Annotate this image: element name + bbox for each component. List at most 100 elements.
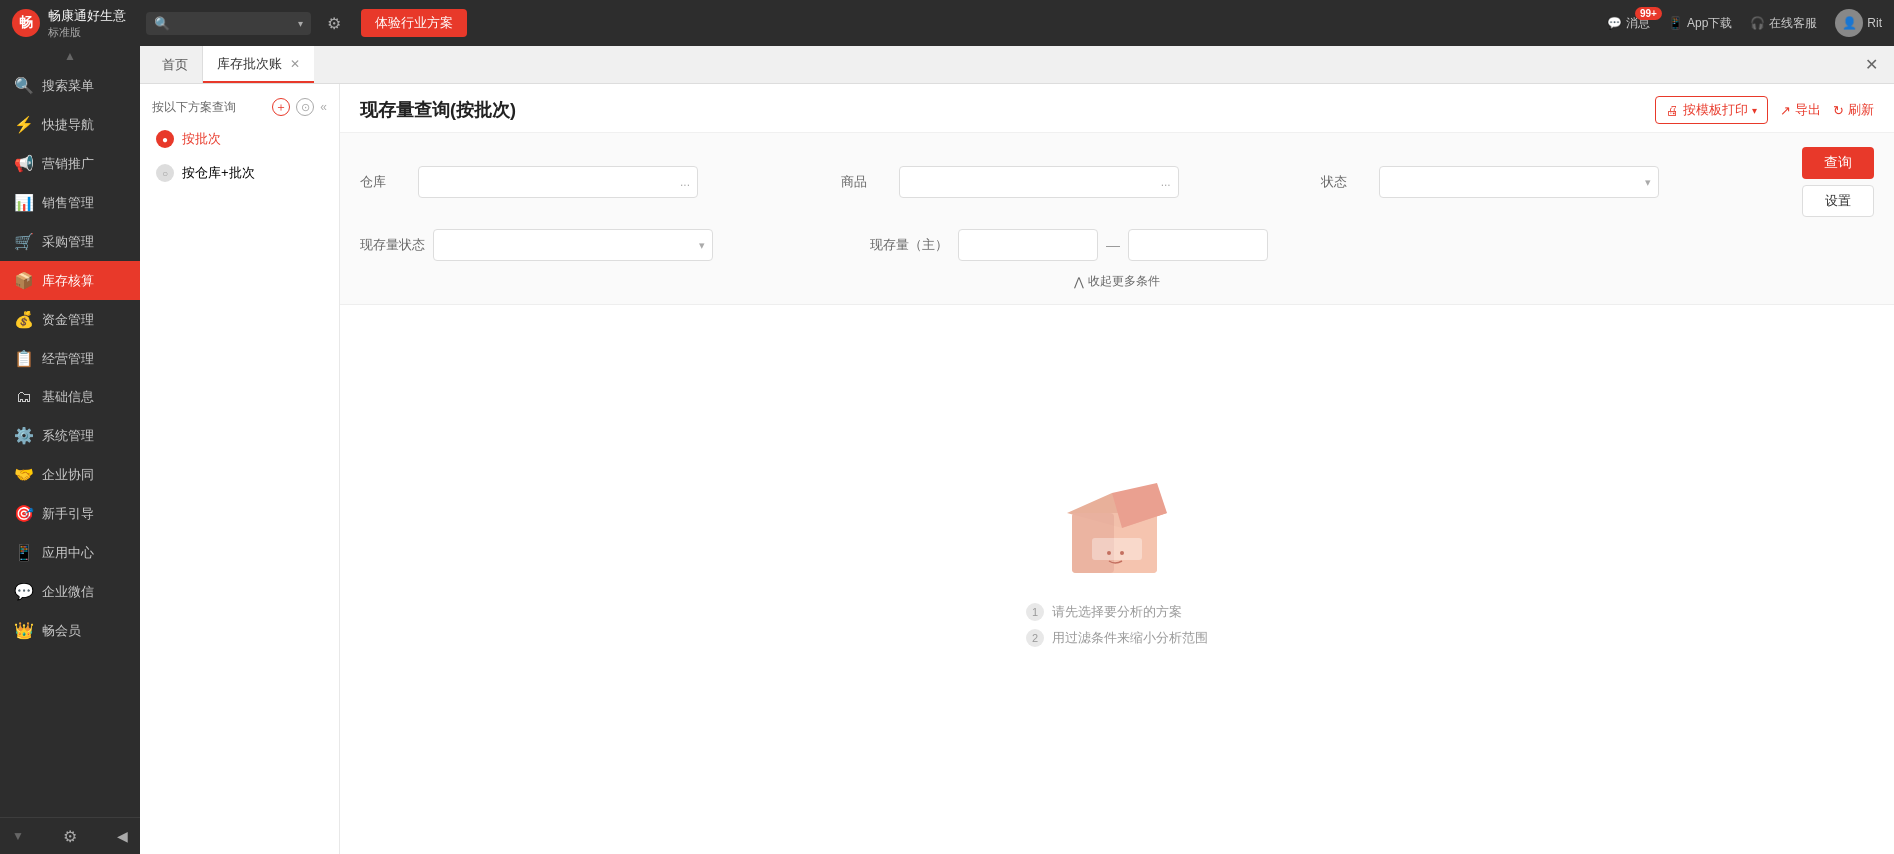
online-service-action[interactable]: 🎧 在线客服 bbox=[1750, 15, 1817, 32]
sidebar-toggle-icon[interactable]: ◀ bbox=[117, 828, 128, 844]
status-select-wrap: 全部 ▾ bbox=[1379, 166, 1659, 198]
user-profile[interactable]: 👤 Rit bbox=[1835, 9, 1882, 37]
sidebar-item-quick-nav[interactable]: ⚡ 快捷导航 bbox=[0, 105, 140, 144]
filter-row-1: 仓库 ... 商品 ... bbox=[360, 147, 1874, 217]
header-gear-icon[interactable]: ⚙ bbox=[327, 14, 341, 33]
header-right: 💬 消息 99+ 📱 App下载 🎧 在线客服 👤 Rit bbox=[1607, 9, 1882, 37]
hint-item: 2 用过滤条件来缩小分析范围 bbox=[1026, 629, 1208, 647]
add-plan-btn[interactable]: ＋ bbox=[272, 98, 290, 116]
stock-status-filter: 现存量状态 全部 ▾ bbox=[360, 229, 854, 261]
header-left: 畅 畅康通好生意 标准版 🔍 ▾ ⚙ 体验行业方案 bbox=[12, 7, 1607, 40]
sidebar-item-marketing[interactable]: 📢 营销推广 bbox=[0, 144, 140, 183]
user-avatar: 👤 bbox=[1835, 9, 1863, 37]
product-input[interactable] bbox=[899, 166, 1179, 198]
panel-close-icon[interactable]: ✕ bbox=[1857, 55, 1886, 74]
sidebar-settings-icon[interactable]: ⚙ bbox=[63, 827, 77, 846]
sidebar-item-system[interactable]: ⚙️ 系统管理 bbox=[0, 416, 140, 455]
sidebar-label-marketing: 营销推广 bbox=[42, 155, 94, 173]
stock-qty-end-input[interactable] bbox=[1128, 229, 1268, 261]
refresh-icon: ↻ bbox=[1833, 103, 1844, 118]
phone-icon: 📱 bbox=[1668, 16, 1683, 30]
query-settings-btns: 查询 设置 bbox=[1802, 147, 1874, 217]
main-table-area: 1 请先选择要分析的方案 2 用过滤条件来缩小分析范围 bbox=[340, 305, 1894, 854]
sidebar-item-member[interactable]: 👑 畅会员 bbox=[0, 611, 140, 650]
sidebar-icon-inventory: 📦 bbox=[14, 271, 34, 290]
product-label: 商品 bbox=[841, 173, 891, 191]
sidebar-item-finance[interactable]: 💰 资金管理 bbox=[0, 300, 140, 339]
empty-hints: 1 请先选择要分析的方案 2 用过滤条件来缩小分析范围 bbox=[1026, 603, 1208, 647]
sidebar-item-wechat[interactable]: 💬 企业微信 bbox=[0, 572, 140, 611]
page-title: 现存量查询(按批次) bbox=[360, 98, 516, 122]
collapse-label: 收起更多条件 bbox=[1088, 273, 1160, 290]
sidebar-item-newbie[interactable]: 🎯 新手引导 bbox=[0, 494, 140, 533]
sidebar-item-enterprise[interactable]: 🤝 企业协同 bbox=[0, 455, 140, 494]
collapse-up-icon: ⋀ bbox=[1074, 275, 1084, 289]
search-input[interactable] bbox=[174, 16, 294, 30]
sidebar-item-app-center[interactable]: 📱 应用中心 bbox=[0, 533, 140, 572]
sidebar-item-search[interactable]: 🔍 搜索菜单 bbox=[0, 66, 140, 105]
headset-icon: 🎧 bbox=[1750, 16, 1765, 30]
sidebar-item-operation[interactable]: 📋 经营管理 bbox=[0, 339, 140, 378]
experience-btn[interactable]: 体验行业方案 bbox=[361, 9, 467, 37]
export-btn[interactable]: ↗ 导出 bbox=[1780, 101, 1821, 119]
search-dropdown-arrow[interactable]: ▾ bbox=[298, 18, 303, 29]
left-panel-collapse-icon[interactable]: « bbox=[320, 100, 327, 114]
stock-status-select[interactable]: 全部 bbox=[433, 229, 713, 261]
status-select[interactable]: 全部 bbox=[1379, 166, 1659, 198]
refresh-btn[interactable]: ↻ 刷新 bbox=[1833, 101, 1874, 119]
sidebar-scroll-up[interactable]: ▲ bbox=[0, 46, 140, 66]
sidebar-scroll-down[interactable]: ▼ bbox=[12, 826, 24, 846]
sidebar-item-inventory[interactable]: 📦 库存核算 bbox=[0, 261, 140, 300]
settings-btn[interactable]: 设置 bbox=[1802, 185, 1874, 217]
warehouse-input[interactable] bbox=[418, 166, 698, 198]
warehouse-filter: 仓库 ... bbox=[360, 166, 825, 198]
sidebar-label-finance: 资金管理 bbox=[42, 311, 94, 329]
hint-text: 请先选择要分析的方案 bbox=[1052, 603, 1182, 621]
sidebar-item-purchase[interactable]: 🛒 采购管理 bbox=[0, 222, 140, 261]
stock-qty-start-input[interactable] bbox=[958, 229, 1098, 261]
print-dropdown-arrow[interactable]: ▾ bbox=[1752, 105, 1757, 116]
sidebar-icon-purchase: 🛒 bbox=[14, 232, 34, 251]
product-filter: 商品 ... bbox=[841, 166, 1306, 198]
tab-label-home: 首页 bbox=[162, 56, 188, 74]
app-download-action[interactable]: 📱 App下载 bbox=[1668, 15, 1732, 32]
query-btn[interactable]: 查询 bbox=[1802, 147, 1874, 179]
sidebar-item-basic[interactable]: 🗂 基础信息 bbox=[0, 378, 140, 416]
app-version: 标准版 bbox=[48, 25, 126, 40]
product-dots-icon[interactable]: ... bbox=[1161, 175, 1171, 189]
app-name: 畅康通好生意 bbox=[48, 7, 126, 25]
sidebar-label-purchase: 采购管理 bbox=[42, 233, 94, 251]
filter-area: 仓库 ... 商品 ... bbox=[340, 133, 1894, 305]
warehouse-dots-icon[interactable]: ... bbox=[680, 175, 690, 189]
sidebar-label-member: 畅会员 bbox=[42, 622, 81, 640]
app-logo: 畅 bbox=[12, 9, 40, 37]
print-btn[interactable]: 🖨 按模板打印 ▾ bbox=[1655, 96, 1768, 124]
message-action[interactable]: 💬 消息 99+ bbox=[1607, 15, 1650, 32]
stock-qty-label: 现存量（主） bbox=[870, 236, 950, 254]
search-bar[interactable]: 🔍 ▾ bbox=[146, 12, 311, 35]
stock-status-label: 现存量状态 bbox=[360, 236, 425, 254]
hint-number: 1 bbox=[1026, 603, 1044, 621]
plan-settings-btn[interactable]: ⊙ bbox=[296, 98, 314, 116]
user-icon: 👤 bbox=[1842, 16, 1857, 30]
page-actions: 🖨 按模板打印 ▾ ↗ 导出 ↻ 刷新 bbox=[1655, 96, 1874, 124]
sidebar-label-system: 系统管理 bbox=[42, 427, 94, 445]
empty-illustration bbox=[1057, 473, 1177, 583]
tab-close-inventory-batch[interactable]: ✕ bbox=[290, 57, 300, 71]
tab-home[interactable]: 首页 bbox=[148, 46, 203, 83]
sidebar-item-sales[interactable]: 📊 销售管理 bbox=[0, 183, 140, 222]
sidebar-label-operation: 经营管理 bbox=[42, 350, 94, 368]
plan-item-warehouse-batch[interactable]: ○ 按仓库+批次 bbox=[140, 156, 339, 190]
sidebar: ▲ 🔍 搜索菜单 ⚡ 快捷导航 📢 营销推广 📊 销售管理 🛒 采购管理 📦 库… bbox=[0, 46, 140, 854]
empty-state: 1 请先选择要分析的方案 2 用过滤条件来缩小分析范围 bbox=[1026, 473, 1208, 647]
tab-inventory-batch[interactable]: 库存批次账✕ bbox=[203, 46, 314, 83]
page-content: 按以下方案查询 ＋ ⊙ « ● 按批次 ○ 按仓库+批次 现存量查询(按批次) bbox=[140, 84, 1894, 854]
plan-item-batch[interactable]: ● 按批次 bbox=[140, 122, 339, 156]
collapse-conditions-btn[interactable]: ⋀ 收起更多条件 bbox=[360, 273, 1874, 290]
svg-point-5 bbox=[1107, 551, 1111, 555]
sidebar-icon-quick-nav: ⚡ bbox=[14, 115, 34, 134]
main-layout: ▲ 🔍 搜索菜单 ⚡ 快捷导航 📢 营销推广 📊 销售管理 🛒 采购管理 📦 库… bbox=[0, 46, 1894, 854]
tab-bar-right: ✕ bbox=[1857, 55, 1886, 74]
message-icon: 💬 bbox=[1607, 16, 1622, 30]
sidebar-icon-app-center: 📱 bbox=[14, 543, 34, 562]
